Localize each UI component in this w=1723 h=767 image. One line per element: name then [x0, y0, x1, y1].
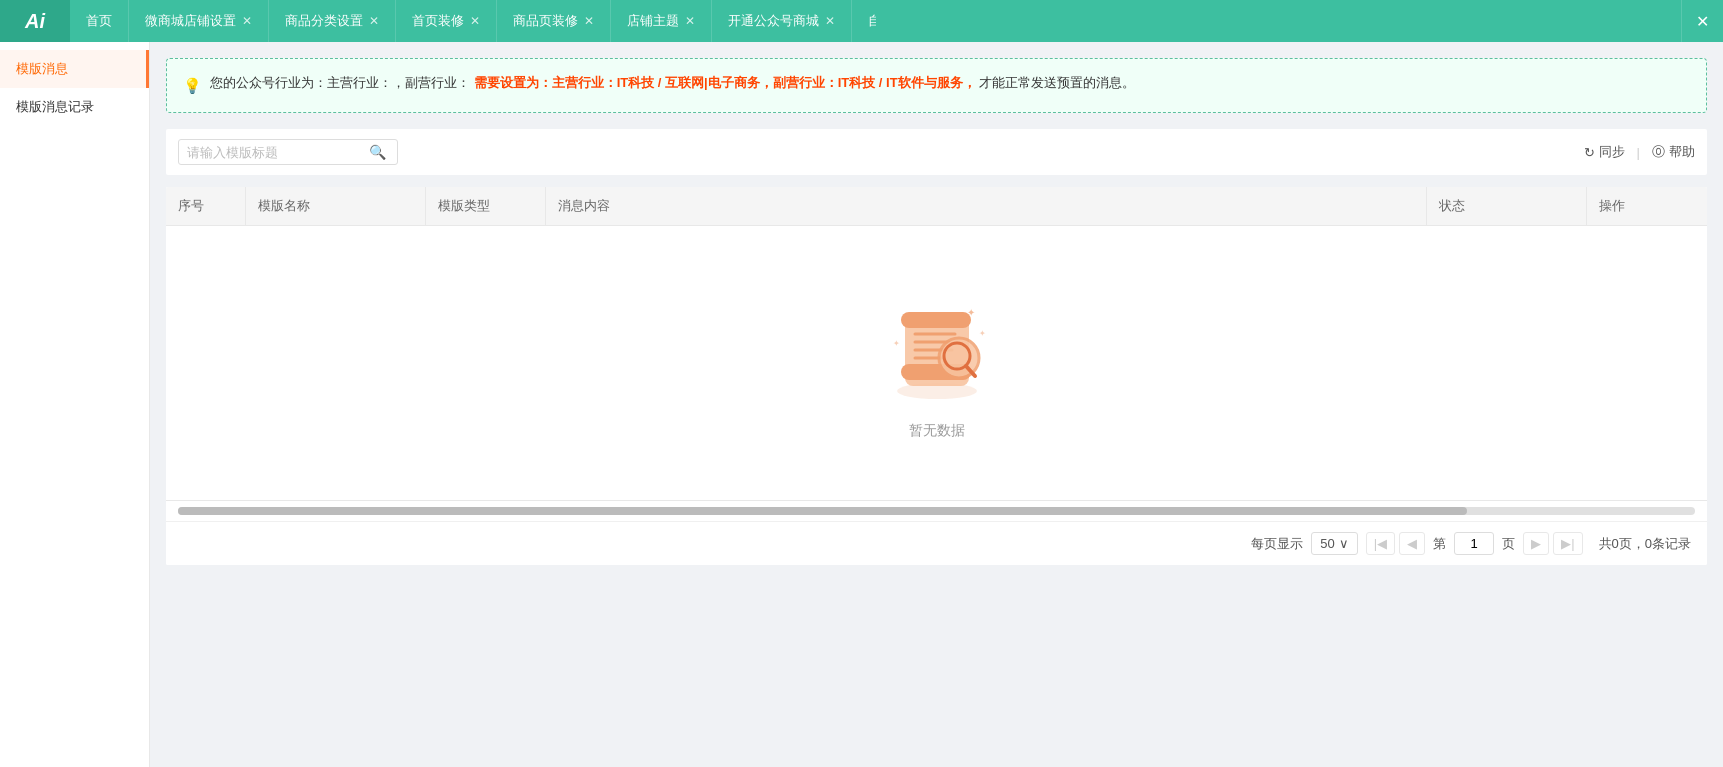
empty-text: 暂无数据 — [909, 422, 965, 440]
svg-text:✦: ✦ — [967, 307, 975, 318]
pagination-nav: |◀ ◀ 第 页 ▶ ▶| — [1366, 532, 1583, 555]
table-col-5: 操作 — [1587, 187, 1707, 225]
chevron-down-icon: ∨ — [1339, 536, 1349, 551]
notice-text: 您的公众号行业为：主营行业：，副营行业： 需要设置为：主营行业：IT科技 / 互… — [210, 73, 1135, 94]
help-button[interactable]: ⓪ 帮助 — [1652, 143, 1695, 161]
sidebar: 模版消息模版消息记录 — [0, 42, 150, 767]
table-col-1: 模版名称 — [246, 187, 426, 225]
logo: Ai — [0, 0, 70, 42]
table-col-4: 状态 — [1427, 187, 1587, 225]
page-label-post: 页 — [1502, 535, 1515, 553]
prev-page-button[interactable]: ◀ — [1399, 532, 1425, 555]
search-input[interactable] — [187, 145, 367, 160]
table-col-0: 序号 — [166, 187, 246, 225]
svg-text:✦: ✦ — [893, 339, 900, 348]
table-wrap: 序号模版名称模版类型消息内容状态操作 — [166, 187, 1707, 565]
nav-item-close-4[interactable]: ✕ — [584, 14, 594, 28]
notice-text-suffix: 才能正常发送预置的消息。 — [979, 75, 1135, 90]
nav-item-label-3: 首页装修 — [412, 12, 464, 30]
toolbar: 🔍 ↻ 同步 | ⓪ 帮助 — [166, 129, 1707, 175]
nav-item-label-7: 自定义菜单 — [868, 12, 876, 30]
page-size-value: 50 — [1320, 536, 1334, 551]
nav-item-label-2: 商品分类设置 — [285, 12, 363, 30]
nav-item-1[interactable]: 微商城店铺设置 ✕ — [129, 0, 269, 42]
nav-item-close-2[interactable]: ✕ — [369, 14, 379, 28]
next-page-button[interactable]: ▶ — [1523, 532, 1549, 555]
scrollbar-thumb — [178, 507, 1467, 515]
empty-illustration: ✦ ✦ ✦ — [877, 286, 997, 406]
nav-item-label-1: 微商城店铺设置 — [145, 12, 236, 30]
search-wrap: 🔍 — [178, 139, 398, 165]
close-all-button[interactable]: ✕ — [1681, 0, 1723, 42]
table-col-3: 消息内容 — [546, 187, 1427, 225]
nav-item-6[interactable]: 开通公众号商城 ✕ — [712, 0, 852, 42]
pagination-info: 共0页，0条记录 — [1599, 535, 1691, 553]
page-number-input[interactable] — [1454, 532, 1494, 555]
top-nav: Ai 首页微商城店铺设置✕商品分类设置✕首页装修✕商品页装修✕店铺主题✕开通公众… — [0, 0, 1723, 42]
nav-item-label-5: 店铺主题 — [627, 12, 679, 30]
search-button[interactable]: 🔍 — [367, 144, 388, 160]
nav-item-close-5[interactable]: ✕ — [685, 14, 695, 28]
notice-text-prefix: 您的公众号行业为：主营行业：，副营行业： — [210, 75, 470, 90]
page-size-label: 每页显示 — [1251, 535, 1303, 553]
content-area: 💡 您的公众号行业为：主营行业：，副营行业： 需要设置为：主营行业：IT科技 /… — [150, 42, 1723, 767]
table-col-2: 模版类型 — [426, 187, 546, 225]
help-icon: ⓪ — [1652, 143, 1665, 161]
nav-item-label-6: 开通公众号商城 — [728, 12, 819, 30]
logo-text: Ai — [25, 10, 45, 33]
help-label: 帮助 — [1669, 143, 1695, 161]
page-label-pre: 第 — [1433, 535, 1446, 553]
notice-box: 💡 您的公众号行业为：主营行业：，副营行业： 需要设置为：主营行业：IT科技 /… — [166, 58, 1707, 113]
sync-label: 同步 — [1599, 143, 1625, 161]
sidebar-item-0[interactable]: 模版消息 — [0, 50, 149, 88]
close-all-icon: ✕ — [1696, 12, 1709, 31]
pagination: 每页显示 50 ∨ |◀ ◀ 第 页 ▶ ▶| 共0页，0条记录 — [166, 521, 1707, 565]
svg-rect-2 — [901, 312, 971, 328]
first-page-button[interactable]: |◀ — [1366, 532, 1395, 555]
nav-item-5[interactable]: 店铺主题 ✕ — [611, 0, 712, 42]
sync-button[interactable]: ↻ 同步 — [1584, 143, 1625, 161]
toolbar-divider: | — [1637, 145, 1640, 160]
nav-item-0[interactable]: 首页 — [70, 0, 129, 42]
nav-item-close-6[interactable]: ✕ — [825, 14, 835, 28]
scrollbar-area[interactable] — [166, 500, 1707, 521]
sync-icon: ↻ — [1584, 145, 1595, 160]
nav-item-close-3[interactable]: ✕ — [470, 14, 480, 28]
scrollbar-track — [178, 507, 1695, 515]
empty-state: ✦ ✦ ✦ 暂无数据 — [166, 226, 1707, 500]
notice-highlight: 需要设置为：主营行业：IT科技 / 互联网|电子商务，副营行业：IT科技 / I… — [474, 75, 976, 90]
main-layout: 模版消息模版消息记录 💡 您的公众号行业为：主营行业：，副营行业： 需要设置为：… — [0, 42, 1723, 767]
last-page-button[interactable]: ▶| — [1553, 532, 1582, 555]
nav-item-7[interactable]: 自定义菜单✕ — [852, 0, 876, 42]
nav-item-4[interactable]: 商品页装修 ✕ — [497, 0, 611, 42]
toolbar-right: ↻ 同步 | ⓪ 帮助 — [1584, 143, 1695, 161]
svg-text:✦: ✦ — [979, 329, 986, 338]
nav-item-2[interactable]: 商品分类设置 ✕ — [269, 0, 396, 42]
nav-item-close-1[interactable]: ✕ — [242, 14, 252, 28]
sidebar-item-1[interactable]: 模版消息记录 — [0, 88, 149, 126]
nav-item-3[interactable]: 首页装修 ✕ — [396, 0, 497, 42]
nav-item-label-4: 商品页装修 — [513, 12, 578, 30]
table-header: 序号模版名称模版类型消息内容状态操作 — [166, 187, 1707, 226]
bulb-icon: 💡 — [183, 74, 202, 98]
page-size-select[interactable]: 50 ∨ — [1311, 532, 1357, 555]
nav-item-label-0: 首页 — [86, 12, 112, 30]
